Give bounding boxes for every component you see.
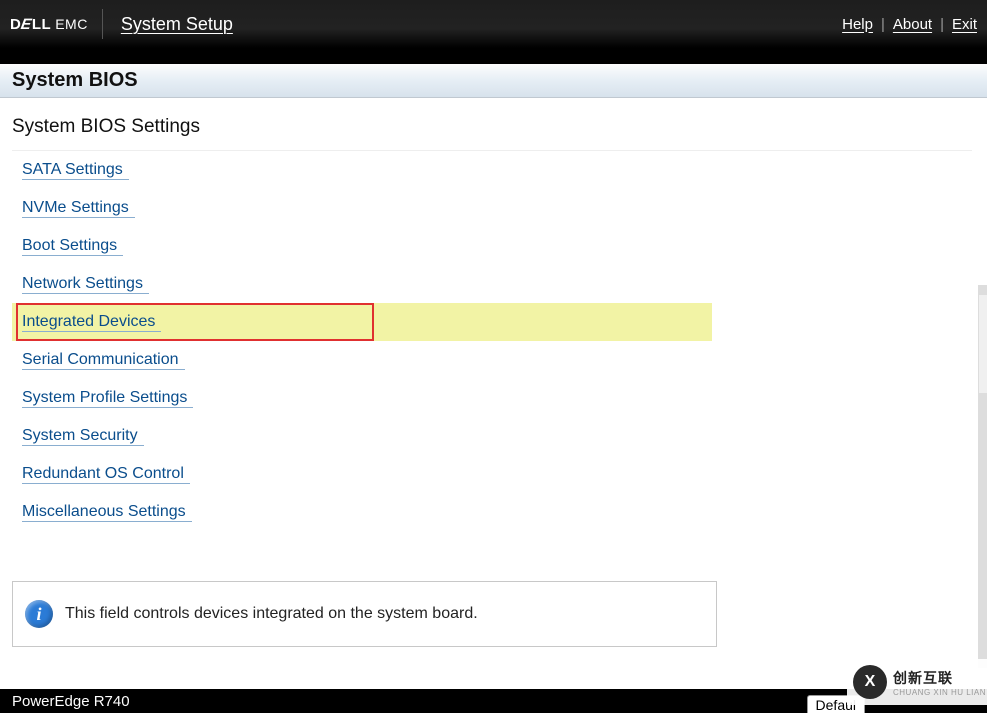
scroll-up-icon[interactable] xyxy=(979,285,987,295)
app-title: System Setup xyxy=(121,14,233,35)
header-divider xyxy=(0,48,987,64)
emc-logo-text: EMC xyxy=(55,16,88,32)
info-icon: i xyxy=(25,600,53,628)
settings-item-label: Serial Communication xyxy=(22,351,185,370)
settings-item-serial-communication[interactable]: Serial Communication xyxy=(12,341,972,379)
dell-emc-logo: DELL EMC xyxy=(10,9,103,39)
help-link[interactable]: Help xyxy=(842,16,873,33)
help-text: This field controls devices integrated o… xyxy=(65,605,478,623)
settings-item-label: Redundant OS Control xyxy=(22,465,190,484)
settings-item-sata-settings[interactable]: SATA Settings xyxy=(12,151,972,189)
settings-item-label: NVMe Settings xyxy=(22,199,135,218)
breadcrumb-bar: System BIOS xyxy=(0,64,987,98)
settings-item-miscellaneous-settings[interactable]: Miscellaneous Settings xyxy=(12,493,972,531)
separator: | xyxy=(940,16,944,33)
settings-item-label: Boot Settings xyxy=(22,237,123,256)
watermark: X 创新互联 CHUANG XIN HU LIAN xyxy=(847,659,987,705)
about-link[interactable]: About xyxy=(893,16,932,33)
settings-item-label: Integrated Devices xyxy=(22,313,161,332)
page-title: System BIOS xyxy=(12,69,138,92)
exit-link[interactable]: Exit xyxy=(952,16,977,33)
content-area: System BIOS Settings SATA Settings NVMe S… xyxy=(0,98,987,553)
settings-item-integrated-devices[interactable]: Integrated Devices xyxy=(12,303,712,341)
separator: | xyxy=(881,16,885,33)
watermark-logo-icon: X xyxy=(853,665,887,699)
product-model: PowerEdge R740 xyxy=(12,693,130,710)
settings-item-label: Network Settings xyxy=(22,275,149,294)
app-header: DELL EMC System Setup Help | About | Exi… xyxy=(0,0,987,48)
settings-item-label: SATA Settings xyxy=(22,161,129,180)
settings-item-redundant-os-control[interactable]: Redundant OS Control xyxy=(12,455,972,493)
settings-item-boot-settings[interactable]: Boot Settings xyxy=(12,227,972,265)
help-panel: i This field controls devices integrated… xyxy=(12,581,717,647)
settings-list: SATA Settings NVMe Settings Boot Settings N… xyxy=(12,150,972,553)
settings-item-label: System Profile Settings xyxy=(22,389,193,408)
settings-item-label: Miscellaneous Settings xyxy=(22,503,192,522)
dell-logo-text: DELL xyxy=(10,16,51,33)
section-title: System BIOS Settings xyxy=(12,116,987,138)
settings-item-system-security[interactable]: System Security xyxy=(12,417,972,455)
settings-item-system-profile-settings[interactable]: System Profile Settings xyxy=(12,379,972,417)
settings-item-nvme-settings[interactable]: NVMe Settings xyxy=(12,189,972,227)
settings-item-network-settings[interactable]: Network Settings xyxy=(12,265,972,303)
settings-item-label: System Security xyxy=(22,427,144,446)
scroll-thumb[interactable] xyxy=(979,393,987,668)
watermark-text: 创新互联 CHUANG XIN HU LIAN xyxy=(893,668,986,697)
scrollbar[interactable] xyxy=(978,285,987,668)
